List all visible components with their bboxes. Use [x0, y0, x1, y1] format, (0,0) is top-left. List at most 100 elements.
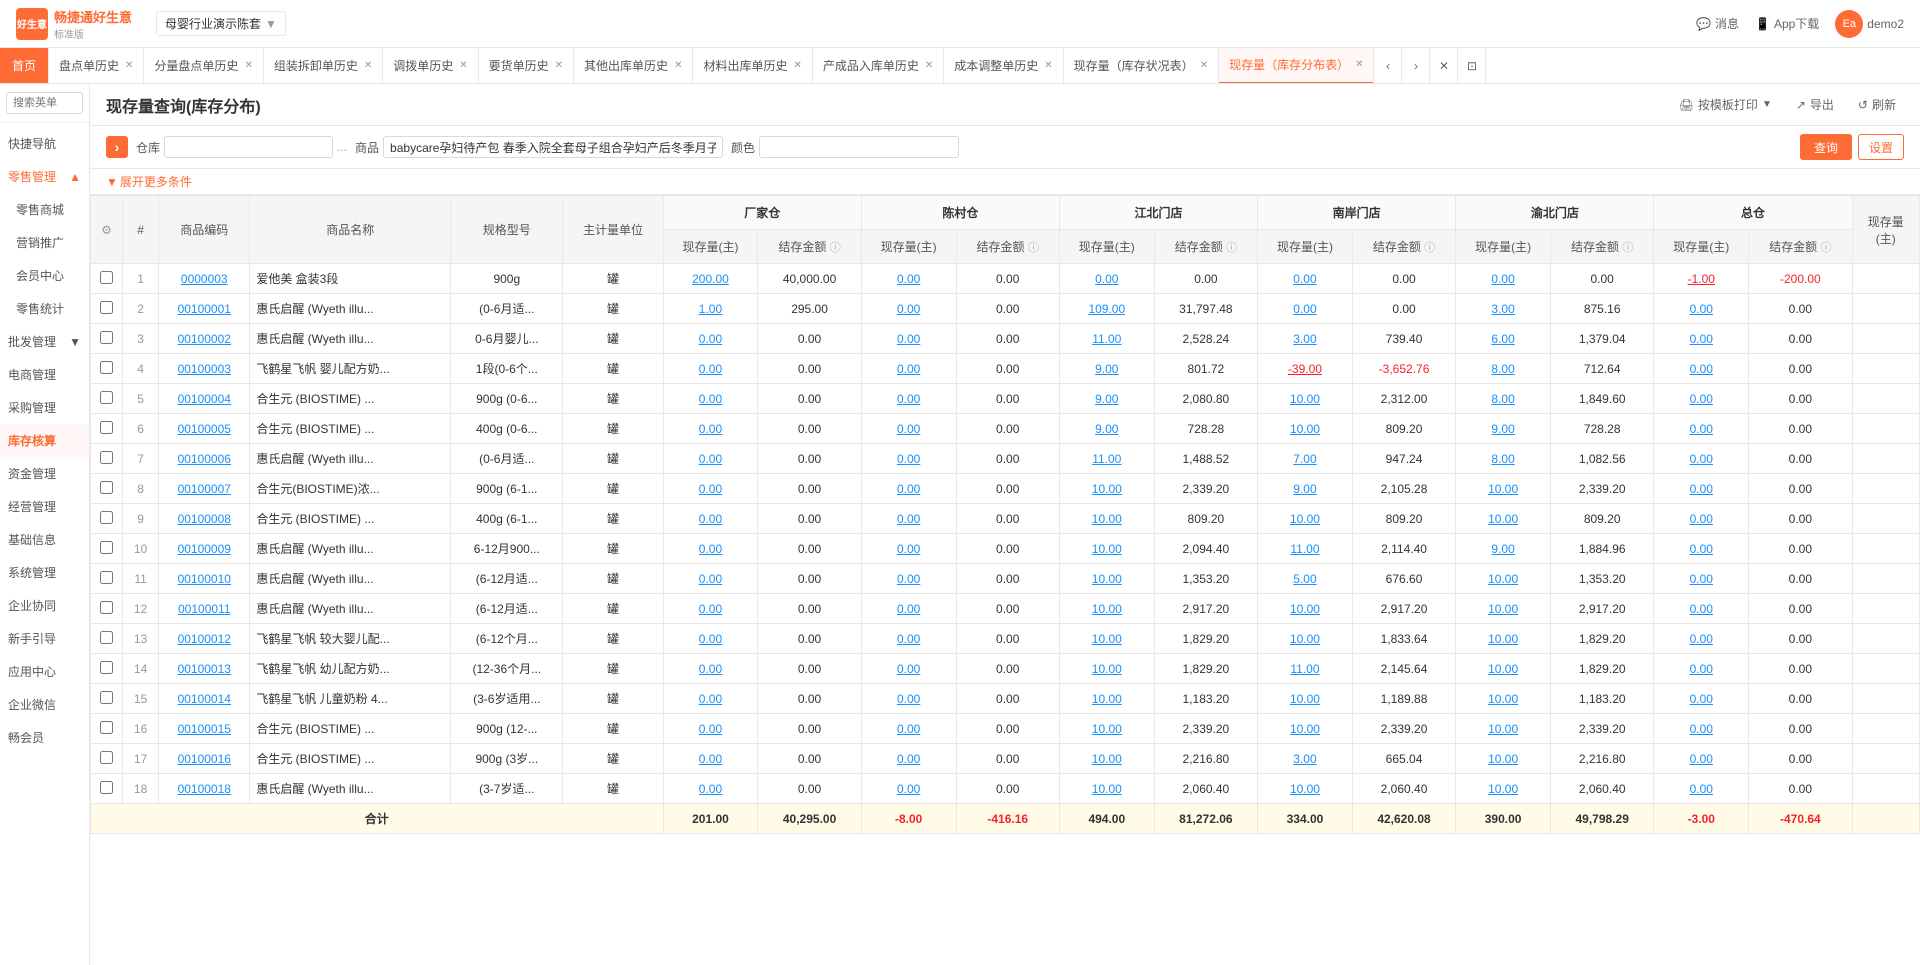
- jb-stock-8[interactable]: 10.00: [1059, 504, 1154, 534]
- na-stock-11[interactable]: 10.00: [1258, 594, 1353, 624]
- fac-stock-7[interactable]: 0.00: [663, 474, 758, 504]
- message-btn[interactable]: 💬 消息: [1696, 15, 1739, 32]
- na-stock-9[interactable]: 11.00: [1258, 534, 1353, 564]
- yb-stock-2[interactable]: 6.00: [1456, 324, 1551, 354]
- fac-stock-5[interactable]: 0.00: [663, 414, 758, 444]
- tab-close-chengpin[interactable]: ✕: [925, 60, 933, 71]
- yb-stock-8[interactable]: 10.00: [1456, 504, 1551, 534]
- tab-yaohuo[interactable]: 要货单历史 ✕: [479, 48, 574, 84]
- na-stock-7[interactable]: 9.00: [1258, 474, 1353, 504]
- checkbox-11[interactable]: [100, 601, 113, 614]
- na-stock-16[interactable]: 3.00: [1258, 744, 1353, 774]
- tab-chengpin[interactable]: 产成品入库单历史 ✕: [813, 48, 944, 84]
- tot-stock-4[interactable]: 0.00: [1654, 384, 1749, 414]
- tot-stock-14[interactable]: 0.00: [1654, 684, 1749, 714]
- tab-qitachu[interactable]: 其他出库单历史 ✕: [574, 48, 693, 84]
- product-code-11[interactable]: 00100011: [159, 594, 250, 624]
- tab-close-all-btn[interactable]: ✕: [1430, 48, 1458, 84]
- sidebar-item-yingxiao[interactable]: 营销推广: [0, 226, 89, 259]
- tab-close-zuzhuang[interactable]: ✕: [364, 60, 372, 71]
- chen-stock-5[interactable]: 0.00: [861, 414, 956, 444]
- product-code-14[interactable]: 00100014: [159, 684, 250, 714]
- checkbox-15[interactable]: [100, 721, 113, 734]
- fac-stock-8[interactable]: 0.00: [663, 504, 758, 534]
- tab-close-xiancun-kuang[interactable]: ✕: [1200, 60, 1208, 71]
- tab-close-pandian[interactable]: ✕: [125, 60, 133, 71]
- product-code-17[interactable]: 00100018: [159, 774, 250, 804]
- row-checkbox[interactable]: [91, 444, 123, 474]
- na-stock-17[interactable]: 10.00: [1258, 774, 1353, 804]
- product-code-0[interactable]: 0000003: [159, 264, 250, 294]
- row-checkbox[interactable]: [91, 654, 123, 684]
- tab-close-yaohuo[interactable]: ✕: [555, 60, 563, 71]
- checkbox-13[interactable]: [100, 661, 113, 674]
- print-btn[interactable]: 🖨 按模板打印 ▼: [1671, 92, 1780, 117]
- na-stock-10[interactable]: 5.00: [1258, 564, 1353, 594]
- tab-pandian[interactable]: 盘点单历史 ✕: [49, 48, 144, 84]
- jb-stock-17[interactable]: 10.00: [1059, 774, 1154, 804]
- jb-amt-info-icon[interactable]: ⓘ: [1226, 242, 1237, 254]
- yb-stock-11[interactable]: 10.00: [1456, 594, 1551, 624]
- checkbox-0[interactable]: [100, 271, 113, 284]
- tot-stock-15[interactable]: 0.00: [1654, 714, 1749, 744]
- product-code-13[interactable]: 00100013: [159, 654, 250, 684]
- tab-zuzhuang[interactable]: 组装拆卸单历史 ✕: [264, 48, 383, 84]
- product-code-8[interactable]: 00100008: [159, 504, 250, 534]
- sidebar-item-zijinguli[interactable]: 资金管理: [0, 457, 89, 490]
- yb-stock-14[interactable]: 10.00: [1456, 684, 1551, 714]
- row-checkbox[interactable]: [91, 324, 123, 354]
- fac-stock-2[interactable]: 0.00: [663, 324, 758, 354]
- tab-close-chengben[interactable]: ✕: [1044, 60, 1052, 71]
- jb-stock-4[interactable]: 9.00: [1059, 384, 1154, 414]
- fac-stock-4[interactable]: 0.00: [663, 384, 758, 414]
- fac-stock-13[interactable]: 0.00: [663, 654, 758, 684]
- fac-amt-info-icon[interactable]: ⓘ: [830, 242, 841, 254]
- product-code-2[interactable]: 00100002: [159, 324, 250, 354]
- chen-stock-14[interactable]: 0.00: [861, 684, 956, 714]
- tab-close-fenliang[interactable]: ✕: [244, 60, 252, 71]
- jb-stock-6[interactable]: 11.00: [1059, 444, 1154, 474]
- checkbox-1[interactable]: [100, 301, 113, 314]
- sidebar-item-caigouguli[interactable]: 采购管理: [0, 391, 89, 424]
- jb-stock-14[interactable]: 10.00: [1059, 684, 1154, 714]
- checkbox-7[interactable]: [100, 481, 113, 494]
- tab-close-diaobo[interactable]: ✕: [459, 60, 467, 71]
- sidebar-item-huiyuan[interactable]: 会员中心: [0, 259, 89, 292]
- checkbox-14[interactable]: [100, 691, 113, 704]
- fac-stock-1[interactable]: 1.00: [663, 294, 758, 324]
- sidebar-item-jingyingguli[interactable]: 经营管理: [0, 490, 89, 523]
- fac-stock-15[interactable]: 0.00: [663, 714, 758, 744]
- tab-chengben[interactable]: 成本调整单历史 ✕: [944, 48, 1063, 84]
- chen-stock-0[interactable]: 0.00: [861, 264, 956, 294]
- na-stock-8[interactable]: 10.00: [1258, 504, 1353, 534]
- chen-stock-10[interactable]: 0.00: [861, 564, 956, 594]
- tab-cailiao[interactable]: 材料出库单历史 ✕: [693, 48, 812, 84]
- fac-stock-16[interactable]: 0.00: [663, 744, 758, 774]
- sidebar-item-yingyongzhongxin[interactable]: 应用中心: [0, 655, 89, 688]
- row-checkbox[interactable]: [91, 684, 123, 714]
- tot-stock-9[interactable]: 0.00: [1654, 534, 1749, 564]
- product-code-9[interactable]: 00100009: [159, 534, 250, 564]
- checkbox-2[interactable]: [100, 331, 113, 344]
- checkbox-5[interactable]: [100, 421, 113, 434]
- jb-stock-11[interactable]: 10.00: [1059, 594, 1154, 624]
- product-code-10[interactable]: 00100010: [159, 564, 250, 594]
- checkbox-10[interactable]: [100, 571, 113, 584]
- tot-stock-2[interactable]: 0.00: [1654, 324, 1749, 354]
- tab-close-cailiao[interactable]: ✕: [793, 60, 801, 71]
- jb-stock-1[interactable]: 109.00: [1059, 294, 1154, 324]
- row-checkbox[interactable]: [91, 624, 123, 654]
- tab-close-qitachu[interactable]: ✕: [674, 60, 682, 71]
- sidebar-item-lingshouguli[interactable]: 零售管理 ▲: [0, 160, 89, 193]
- fac-stock-3[interactable]: 0.00: [663, 354, 758, 384]
- na-stock-3[interactable]: -39.00: [1258, 354, 1353, 384]
- tot-stock-0[interactable]: -1.00: [1654, 264, 1749, 294]
- row-checkbox[interactable]: [91, 414, 123, 444]
- jb-stock-12[interactable]: 10.00: [1059, 624, 1154, 654]
- row-checkbox[interactable]: [91, 384, 123, 414]
- jb-stock-2[interactable]: 11.00: [1059, 324, 1154, 354]
- search-button[interactable]: 查询: [1800, 134, 1852, 160]
- chen-stock-4[interactable]: 0.00: [861, 384, 956, 414]
- yb-stock-15[interactable]: 10.00: [1456, 714, 1551, 744]
- chen-stock-16[interactable]: 0.00: [861, 744, 956, 774]
